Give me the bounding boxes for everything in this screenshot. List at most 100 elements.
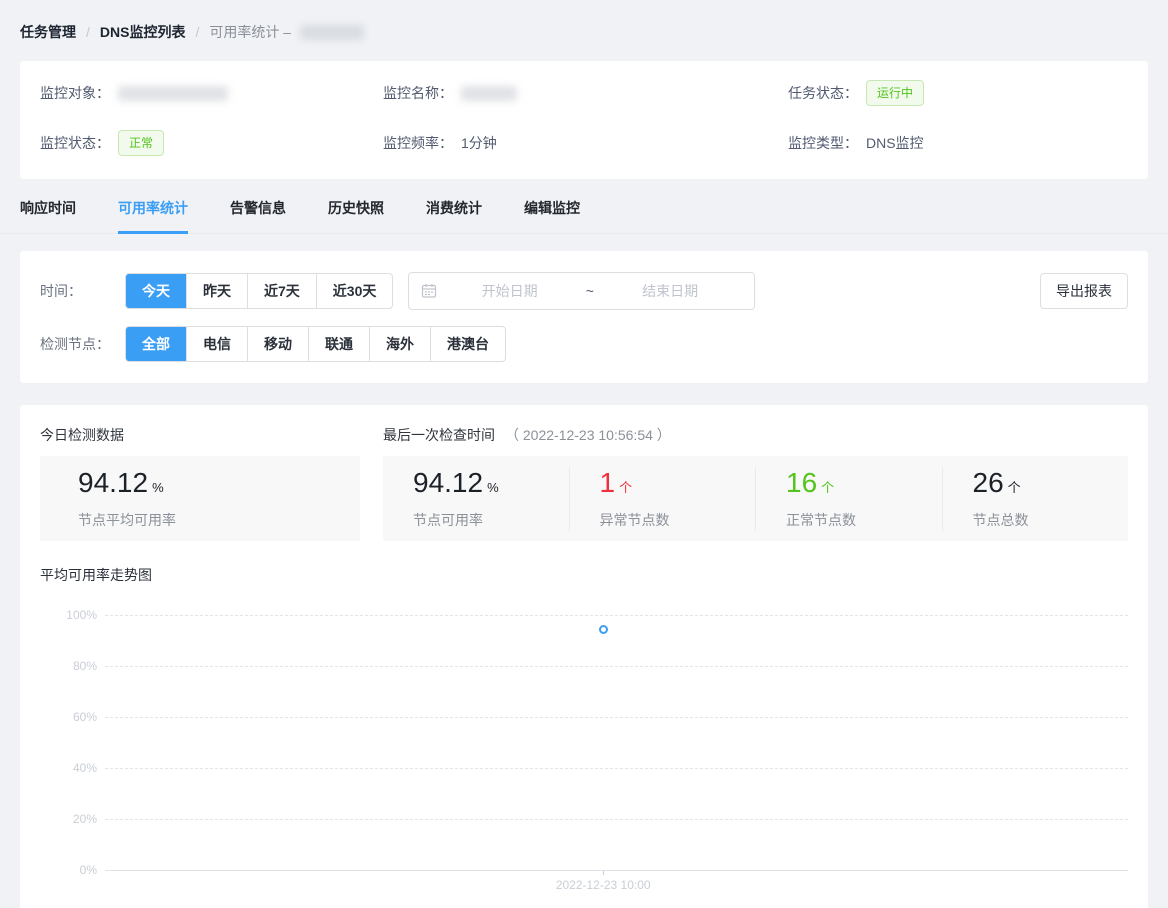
last-check-stat-box: 94.12% 节点可用率 1 个异常节点数 16 个正常节点数 26 个节点总数: [383, 456, 1128, 541]
tab-history-snapshot[interactable]: 历史快照: [328, 198, 384, 234]
stat-node-availability: 94.12% 节点可用率: [383, 467, 569, 531]
date-range-separator: ~: [585, 283, 594, 299]
tab-response-time[interactable]: 响应时间: [20, 198, 76, 234]
stat-total-nodes: 26 个节点总数: [941, 466, 1129, 531]
tab-availability-stats[interactable]: 可用率统计: [118, 198, 188, 234]
stat-average-availability: 94.12 % 节点平均可用率: [78, 466, 176, 530]
node-filter-label: 检测节点：: [40, 336, 110, 352]
stat-unit: 个: [1007, 479, 1021, 495]
stat-unit: %: [487, 479, 499, 495]
monitor-info-card: 监控对象： 监控名称： 任务状态： 运行中 监控状态： 正常 监控频率： 1分钟…: [20, 61, 1148, 179]
y-axis-label: 0%: [79, 863, 97, 877]
stat-value: 1个: [599, 466, 756, 503]
stat-label: 节点平均可用率: [78, 511, 176, 528]
redacted-text: [300, 24, 365, 40]
calendar-icon: [421, 283, 437, 299]
stat-value: 26 个: [973, 467, 1129, 503]
gridline: [105, 767, 1128, 769]
field-monitor-name: 监控名称：: [383, 80, 788, 106]
field-label: 监控对象：: [40, 85, 110, 101]
breadcrumb-availability-stats: 可用率统计 –: [209, 22, 365, 42]
node-filter-mobile[interactable]: 移动: [247, 327, 308, 361]
stat-label: 异常节点数: [599, 511, 670, 528]
export-report-button[interactable]: 导出报表: [1040, 273, 1128, 309]
y-axis-label: 20%: [72, 812, 97, 826]
stat-unit: 个: [821, 479, 835, 495]
time-filter-last7days[interactable]: 近7天: [247, 274, 316, 308]
x-axis-label: 2022-12-23 10:00: [555, 878, 651, 892]
x-axis-tick: [603, 871, 605, 875]
last-check-title-text: 最后一次检查时间: [383, 427, 495, 443]
breadcrumb-dns-monitor-list[interactable]: DNS监控列表: [100, 22, 186, 42]
gridline: [105, 818, 1128, 820]
stat-unit: %: [152, 479, 164, 495]
field-label: 任务状态：: [788, 85, 858, 101]
node-filter-all[interactable]: 全部: [126, 327, 186, 361]
tab-edit-monitor[interactable]: 编辑监控: [524, 198, 580, 234]
end-date-input[interactable]: 结束日期: [598, 281, 742, 301]
tab-consumption-stats[interactable]: 消费统计: [426, 198, 482, 234]
field-monitor-frequency: 监控频率： 1分钟: [383, 130, 788, 156]
field-label: 监控频率：: [383, 135, 453, 151]
today-title-text: 今日检测数据: [40, 427, 124, 443]
stat-number: 1: [599, 466, 616, 498]
data-point-marker: [598, 625, 608, 635]
y-gridline-row: 80%: [40, 659, 1128, 673]
stat-normal-nodes: 16 个正常节点数: [755, 466, 942, 531]
chart-title: 平均可用率走势图: [40, 567, 152, 583]
redacted-text: [118, 85, 228, 101]
last-check-summary: 最后一次检查时间 （ 2022-12-23 10:56:54 ） 94.12% 节…: [383, 425, 1128, 541]
field-value: 1分钟: [461, 135, 497, 151]
start-date-input[interactable]: 开始日期: [437, 281, 581, 301]
y-gridline-row: 60%: [40, 710, 1128, 724]
filter-card: 时间： 今天 昨天 近7天 近30天 开始日期 ~ 结束日期 导出报表 检测节点： 全…: [20, 251, 1148, 383]
availability-trend-chart: 100% 80% 60% 40% 20% 0% 2022-12-23 10:00: [40, 608, 1128, 903]
field-label: 监控状态：: [40, 135, 110, 151]
breadcrumb-task-management[interactable]: 任务管理: [20, 22, 76, 42]
field-monitor-status: 监控状态： 正常: [40, 130, 383, 156]
status-badge-running: 运行中: [866, 80, 925, 106]
field-label: 监控名称：: [383, 85, 453, 101]
y-gridline-row: 40%: [40, 761, 1128, 775]
time-filter-today[interactable]: 今天: [126, 274, 186, 308]
node-filter-overseas[interactable]: 海外: [369, 327, 430, 361]
y-gridline-row: 100%: [40, 608, 1128, 622]
y-gridline-row: 0%: [40, 863, 1128, 877]
time-filter-yesterday[interactable]: 昨天: [186, 274, 247, 308]
tab-alert-info[interactable]: 告警信息: [230, 198, 286, 234]
field-label: 监控类型：: [788, 135, 858, 151]
y-axis-label: 40%: [72, 761, 97, 775]
stat-label: 节点总数: [972, 511, 1029, 528]
stat-unit: 个: [619, 479, 633, 495]
date-range-picker[interactable]: 开始日期 ~ 结束日期: [408, 272, 756, 310]
gridline: [105, 716, 1128, 718]
y-gridline-row: 20%: [40, 812, 1128, 826]
gridline: [105, 614, 1128, 616]
y-axis-label: 60%: [72, 710, 97, 724]
stat-abnormal-nodes: 1 个异常节点数: [568, 466, 756, 531]
time-filter-last30days[interactable]: 近30天: [315, 274, 393, 308]
last-check-timestamp: （ 2022-12-23 10:56:54 ）: [505, 427, 671, 443]
stat-label: 正常节点数: [786, 511, 856, 528]
node-filter-group: 全部 电信 移动 联通 海外 港澳台: [125, 326, 506, 362]
field-task-status: 任务状态： 运行中: [788, 80, 1128, 106]
gridline: [105, 869, 1128, 871]
tab-bar: 响应时间 可用率统计 告警信息 历史快照 消费统计 编辑监控: [0, 179, 1168, 234]
stat-label: 节点可用率: [413, 511, 483, 528]
status-badge-normal: 正常: [118, 130, 165, 156]
node-filter-row: 检测节点： 全部 电信 移动 联通 海外 港澳台: [40, 326, 1128, 362]
breadcrumb: 任务管理 / DNS监控列表 / 可用率统计 –: [0, 0, 1168, 61]
stat-value: 16 个: [786, 466, 942, 503]
today-summary: 今日检测数据 94.12 % 节点平均可用率: [40, 425, 360, 541]
breadcrumb-separator: /: [86, 24, 90, 40]
gridline: [105, 665, 1128, 667]
stat-number: 94.12: [78, 466, 149, 498]
node-filter-hk-mo-tw[interactable]: 港澳台: [430, 327, 505, 361]
stat-number: 16: [786, 466, 818, 498]
y-axis-label: 80%: [72, 659, 97, 673]
node-filter-unicom[interactable]: 联通: [308, 327, 369, 361]
stat-value: 94.12%: [413, 467, 569, 503]
node-filter-telecom[interactable]: 电信: [186, 327, 247, 361]
field-value: DNS监控: [866, 135, 924, 151]
summary-section: 今日检测数据 94.12 % 节点平均可用率 最后一次检查时间 （ 2022-1…: [40, 425, 1128, 541]
